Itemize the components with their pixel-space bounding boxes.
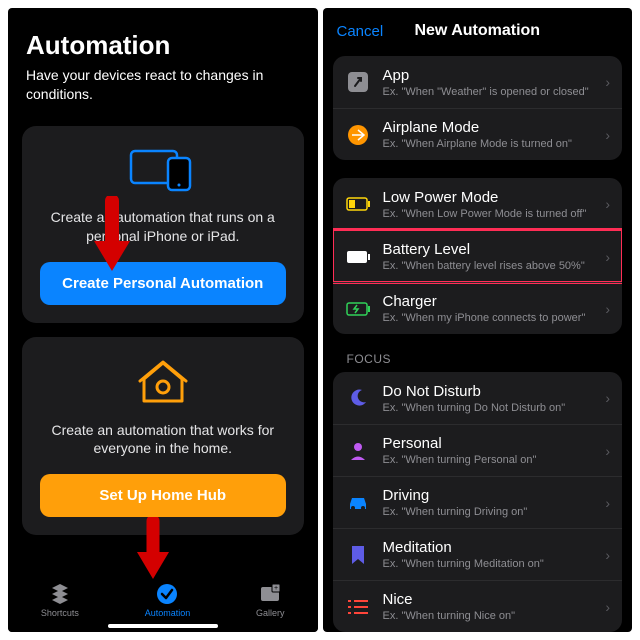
trigger-personal[interactable]: PersonalEx. "When turning Personal on" › <box>333 424 623 476</box>
person-icon <box>348 441 368 461</box>
home-indicator[interactable] <box>108 624 218 628</box>
nav-bar: Cancel New Automation <box>323 8 633 50</box>
svg-text:+: + <box>274 585 278 592</box>
trigger-charger[interactable]: ChargerEx. "When my iPhone connects to p… <box>333 282 623 334</box>
set-up-home-hub-button[interactable]: Set Up Home Hub <box>40 474 286 517</box>
home-automation-card: Create an automation that works for ever… <box>22 337 304 536</box>
personal-desc: Create an automation that runs on a pers… <box>40 208 286 246</box>
focus-group: Do Not DisturbEx. "When turning Do Not D… <box>333 372 623 632</box>
gallery-icon: + <box>259 583 281 605</box>
low-power-icon <box>346 197 370 211</box>
personal-automation-card: Create an automation that runs on a pers… <box>22 126 304 323</box>
automation-icon <box>156 583 178 605</box>
phone-right: Cancel New Automation AppEx. "When "Weat… <box>323 8 633 632</box>
trigger-nice[interactable]: NiceEx. "When turning Nice on" › <box>333 580 623 632</box>
trigger-battery-level[interactable]: Battery LevelEx. "When battery level ris… <box>333 230 623 282</box>
trigger-group-2: Low Power ModeEx. "When Low Power Mode i… <box>333 178 623 334</box>
tab-gallery[interactable]: + Gallery <box>256 583 285 618</box>
nav-title: New Automation <box>414 22 540 40</box>
chevron-right-icon: › <box>605 599 610 615</box>
chevron-right-icon: › <box>605 196 610 212</box>
chevron-right-icon: › <box>605 127 610 143</box>
trigger-low-power-mode[interactable]: Low Power ModeEx. "When Low Power Mode i… <box>333 178 623 230</box>
phone-left: Automation Have your devices react to ch… <box>8 8 318 632</box>
chevron-right-icon: › <box>605 249 610 265</box>
focus-section-label: FOCUS <box>333 352 623 372</box>
shortcuts-icon <box>49 583 71 605</box>
chevron-right-icon: › <box>605 495 610 511</box>
trigger-group-1: AppEx. "When "Weather" is opened or clos… <box>333 56 623 160</box>
trigger-meditation[interactable]: MeditationEx. "When turning Meditation o… <box>333 528 623 580</box>
devices-icon <box>128 148 198 192</box>
cancel-button[interactable]: Cancel <box>337 23 384 40</box>
header: Automation Have your devices react to ch… <box>8 8 318 116</box>
airplane-icon <box>348 125 368 145</box>
page-title: Automation <box>26 30 300 61</box>
chevron-right-icon: › <box>605 390 610 406</box>
tab-automation[interactable]: Automation <box>145 583 191 618</box>
trigger-app[interactable]: AppEx. "When "Weather" is opened or clos… <box>333 56 623 108</box>
chevron-right-icon: › <box>605 74 610 90</box>
tab-bar: Shortcuts Automation + Gallery <box>8 577 318 632</box>
create-personal-automation-button[interactable]: Create Personal Automation <box>40 262 286 305</box>
list-icon <box>348 599 368 615</box>
home-desc: Create an automation that works for ever… <box>40 421 286 459</box>
app-icon <box>348 72 368 92</box>
chevron-right-icon: › <box>605 547 610 563</box>
battery-icon <box>346 250 370 264</box>
chevron-right-icon: › <box>605 301 610 317</box>
trigger-do-not-disturb[interactable]: Do Not DisturbEx. "When turning Do Not D… <box>333 372 623 424</box>
chevron-right-icon: › <box>605 443 610 459</box>
car-icon <box>347 495 369 511</box>
trigger-airplane-mode[interactable]: Airplane ModeEx. "When Airplane Mode is … <box>333 108 623 160</box>
tab-shortcuts[interactable]: Shortcuts <box>41 583 79 618</box>
trigger-driving[interactable]: DrivingEx. "When turning Driving on" › <box>333 476 623 528</box>
bookmark-icon <box>350 545 366 565</box>
moon-icon <box>348 388 368 408</box>
charger-icon <box>346 302 370 316</box>
page-subtitle: Have your devices react to changes in co… <box>26 66 300 104</box>
home-icon <box>138 359 188 405</box>
